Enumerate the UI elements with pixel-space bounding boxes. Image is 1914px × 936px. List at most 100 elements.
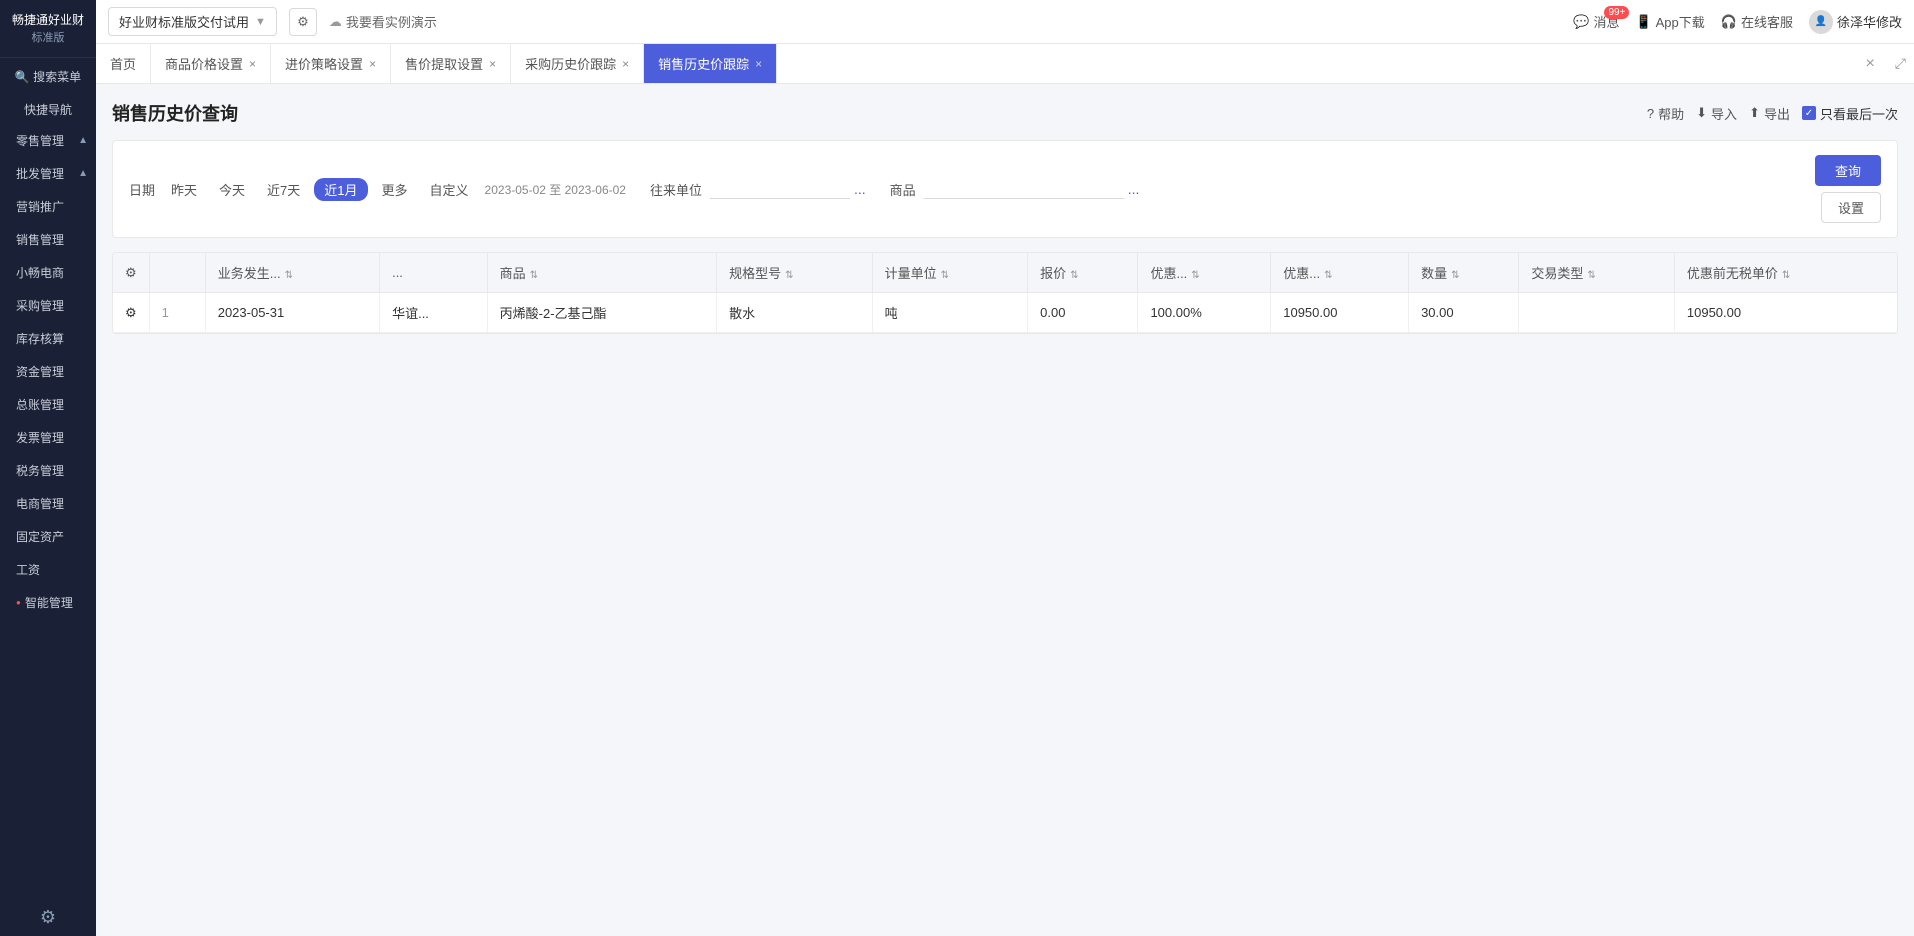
app-download-btn[interactable]: 📱 App下载: [1635, 12, 1704, 31]
online-service-btn[interactable]: 🎧 在线客服: [1721, 12, 1793, 31]
sidebar-retail-label: 零售管理: [16, 132, 78, 149]
tab-sale-extract[interactable]: 售价提取设置 ×: [391, 44, 511, 84]
tab-sales-history[interactable]: 销售历史价跟踪 ×: [644, 44, 777, 84]
row-qty: 30.00: [1409, 293, 1519, 333]
last-only-checkbox-label[interactable]: ✓ 只看最后一次: [1802, 104, 1898, 123]
sidebar-tax-label: 税务管理: [16, 462, 88, 479]
date-opt-7days[interactable]: 近7天: [259, 178, 308, 201]
online-service-label: 在线客服: [1741, 12, 1793, 31]
col-pretax-price[interactable]: 优惠前无税单价⇅: [1674, 253, 1897, 293]
tab-purchase-strategy[interactable]: 进价策略设置 ×: [271, 44, 391, 84]
help-btn[interactable]: ? 帮助: [1647, 104, 1684, 123]
sidebar-item-ecommerce[interactable]: 电商管理: [0, 487, 96, 520]
date-opt-more[interactable]: 更多: [374, 178, 416, 201]
sidebar-item-retail[interactable]: 零售管理 ▲: [0, 124, 96, 157]
filter-settings-btn[interactable]: 设置: [1821, 192, 1881, 223]
date-range-display: 2023-05-02 至 2023-06-02: [485, 181, 626, 198]
version-selector[interactable]: 好业财标准版交付试用 ▼: [108, 7, 277, 36]
export-btn[interactable]: ⬆ 导出: [1749, 104, 1790, 123]
message-badge: 99+: [1604, 6, 1629, 19]
sidebar-xiaochang-label: 小畅电商: [16, 264, 88, 281]
sidebar-quicknav[interactable]: 快捷导航: [0, 95, 96, 124]
sidebar-item-ledger[interactable]: 总账管理: [0, 388, 96, 421]
goods-input[interactable]: [924, 179, 1124, 199]
col-discount2[interactable]: 优惠...⇅: [1271, 253, 1409, 293]
mobile-icon: 📱: [1635, 14, 1651, 30]
col-spec[interactable]: 规格型号⇅: [717, 253, 873, 293]
demo-link[interactable]: ☁ 我要看实例演示: [329, 12, 437, 31]
col-tx-type[interactable]: 交易类型⇅: [1519, 253, 1675, 293]
tab-purchase-history-label: 采购历史价跟踪: [525, 54, 616, 73]
sidebar-item-marketing[interactable]: 营销推广: [0, 190, 96, 223]
row-business-date: 2023-05-31: [205, 293, 379, 333]
demo-label: 我要看实例演示: [346, 12, 437, 31]
tab-purchase-history-close[interactable]: ×: [622, 57, 629, 71]
sidebar-search-label: 搜索菜单: [33, 70, 81, 84]
date-opt-1month[interactable]: 近1月: [314, 178, 367, 201]
goods-dots-btn[interactable]: ...: [1128, 181, 1140, 197]
retail-arrow-icon: ▲: [78, 135, 88, 146]
sidebar-item-xiaochang[interactable]: 小畅电商: [0, 256, 96, 289]
sidebar-settings-btn[interactable]: ⚙: [0, 899, 96, 936]
from-unit-input[interactable]: [710, 179, 850, 199]
col-goods[interactable]: 商品⇅: [487, 253, 716, 293]
user-menu[interactable]: 👤 徐泽华修改: [1809, 10, 1902, 34]
col-qty[interactable]: 数量⇅: [1409, 253, 1519, 293]
sidebar-item-invoice[interactable]: 发票管理: [0, 421, 96, 454]
date-opt-today[interactable]: 今天: [211, 178, 253, 201]
sidebar-smart-label: 智能管理: [25, 594, 88, 611]
last-only-checkbox[interactable]: ✓: [1802, 106, 1816, 120]
import-btn[interactable]: ⬇ 导入: [1696, 104, 1737, 123]
col-gear[interactable]: ⚙: [113, 253, 149, 293]
tab-home[interactable]: 首页: [96, 44, 151, 84]
sidebar-item-smart[interactable]: 智能管理: [0, 586, 96, 619]
page-content: 销售历史价查询 ? 帮助 ⬇ 导入 ⬆ 导出 ✓ 只看最后一次: [96, 84, 1914, 936]
sidebar-item-finance[interactable]: 资金管理: [0, 355, 96, 388]
sidebar-salary-label: 工资: [16, 561, 88, 578]
col-unit[interactable]: 计量单位⇅: [872, 253, 1028, 293]
sidebar-item-wholesale[interactable]: 批发管理 ▲: [0, 157, 96, 190]
sidebar: 畅捷通好业财 标准版 🔍 搜索菜单 快捷导航 零售管理 ▲ 批发管理 ▲ 营销推…: [0, 0, 96, 936]
date-opt-custom[interactable]: 自定义: [422, 178, 477, 201]
import-icon: ⬇: [1696, 105, 1707, 121]
date-opt-yesterday[interactable]: 昨天: [163, 178, 205, 201]
sidebar-item-purchase[interactable]: 采购管理: [0, 289, 96, 322]
tab-purchase-strategy-close[interactable]: ×: [369, 57, 376, 71]
topbar-right: 💬 消息 99+ 📱 App下载 🎧 在线客服 👤 徐泽华修改: [1573, 10, 1902, 34]
from-unit-dots-btn[interactable]: ...: [854, 181, 866, 197]
gear-settings-btn[interactable]: ⚙: [289, 8, 317, 36]
date-range-text: 2023-05-02 至 2023-06-02: [485, 183, 626, 197]
export-icon: ⬆: [1749, 105, 1760, 121]
row-gear[interactable]: ⚙: [113, 293, 149, 333]
tab-price-label: 商品价格设置: [165, 54, 243, 73]
sidebar-wholesale-label: 批发管理: [16, 165, 78, 182]
app-download-label: App下载: [1656, 12, 1705, 31]
query-btn[interactable]: 查询: [1815, 155, 1881, 186]
message-btn[interactable]: 💬 消息 99+: [1573, 12, 1619, 31]
user-name: 徐泽华修改: [1837, 12, 1902, 31]
sidebar-fixed-assets-label: 固定资产: [16, 528, 88, 545]
sidebar-item-inventory[interactable]: 库存核算: [0, 322, 96, 355]
col-discount1[interactable]: 优惠...⇅: [1138, 253, 1271, 293]
app-logo[interactable]: 畅捷通好业财 标准版: [0, 0, 96, 58]
tab-sales-history-close[interactable]: ×: [755, 57, 762, 71]
tab-purchase-history[interactable]: 采购历史价跟踪 ×: [511, 44, 644, 84]
tab-close-all-btn[interactable]: ×: [1853, 55, 1886, 73]
question-icon: ?: [1647, 106, 1654, 121]
from-unit-input-group: ...: [710, 179, 866, 199]
sidebar-item-sales[interactable]: 销售管理: [0, 223, 96, 256]
sidebar-item-tax[interactable]: 税务管理: [0, 454, 96, 487]
sidebar-item-salary[interactable]: 工资: [0, 553, 96, 586]
sidebar-search[interactable]: 🔍 搜索菜单: [0, 58, 96, 95]
import-label: 导入: [1711, 104, 1737, 123]
tab-price-close[interactable]: ×: [249, 57, 256, 71]
col-price[interactable]: 报价⇅: [1028, 253, 1138, 293]
tab-purchase-strategy-label: 进价策略设置: [285, 54, 363, 73]
tab-sale-extract-close[interactable]: ×: [489, 57, 496, 71]
sidebar-item-fixed-assets[interactable]: 固定资产: [0, 520, 96, 553]
goods-label: 商品: [890, 180, 916, 199]
col-business-date[interactable]: 业务发生...⇅: [205, 253, 379, 293]
tab-expand-btn[interactable]: ⤢: [1887, 55, 1914, 72]
tab-price-setting[interactable]: 商品价格设置 ×: [151, 44, 271, 84]
col-more[interactable]: ...: [380, 253, 488, 293]
